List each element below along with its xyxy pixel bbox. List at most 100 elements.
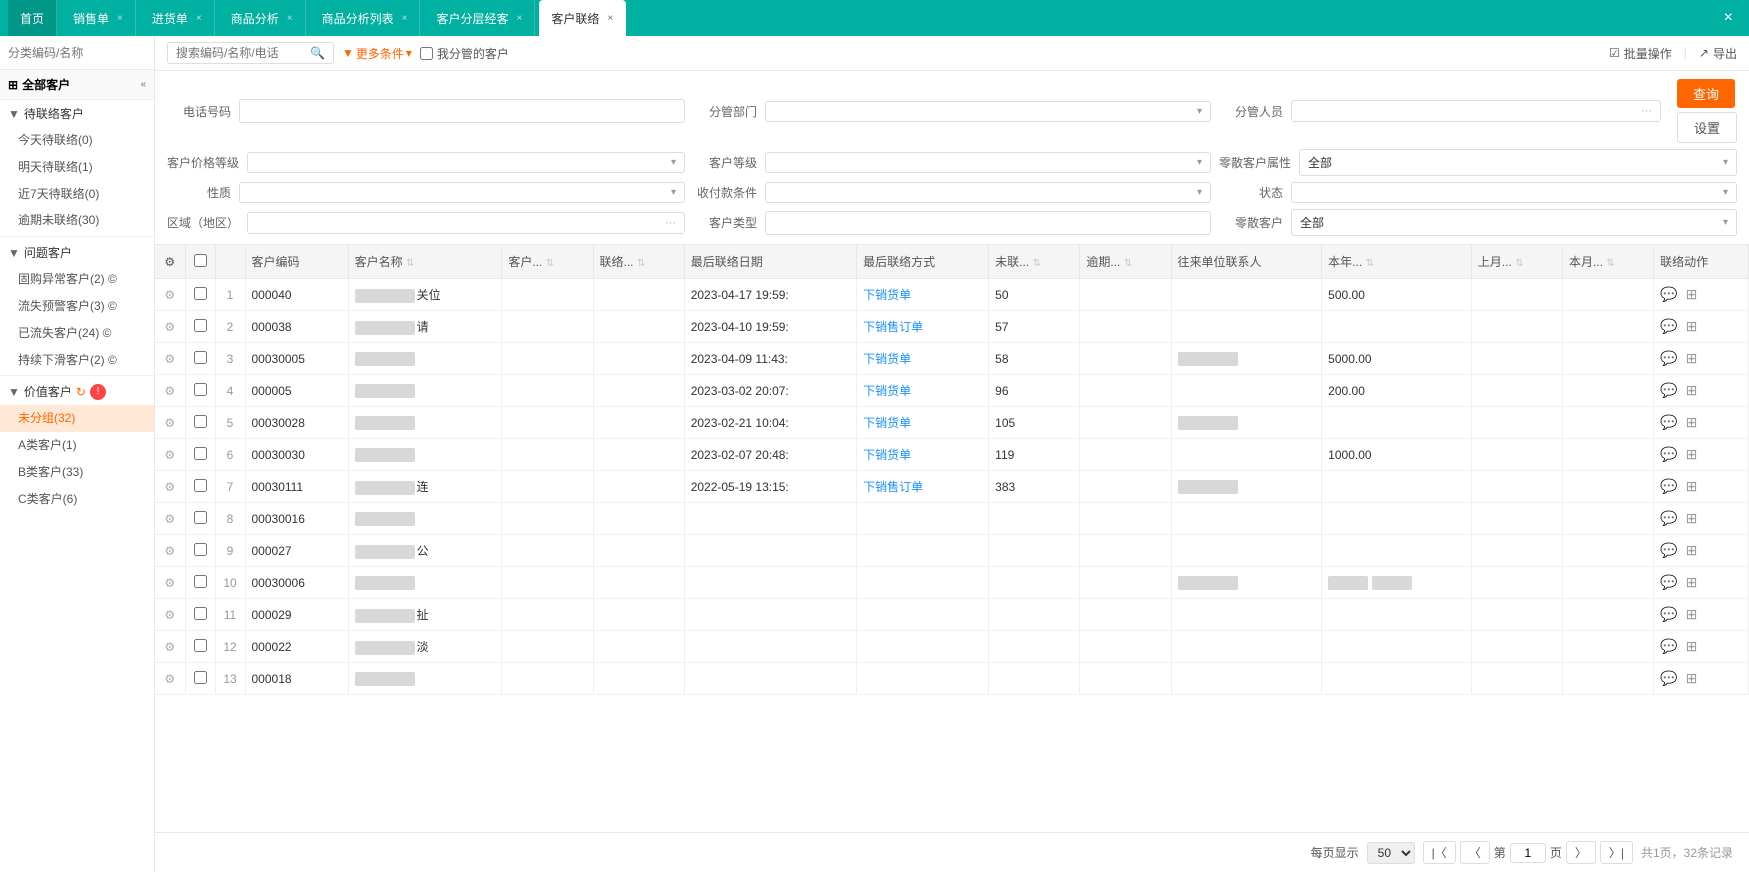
sidebar-item-class-c[interactable]: C类客户(6) xyxy=(0,486,154,513)
page-input[interactable] xyxy=(1510,843,1546,863)
cell-checkbox[interactable] xyxy=(185,439,215,471)
grid-action-icon[interactable]: ⊞ xyxy=(1686,414,1698,431)
cell-settings[interactable]: ⚙ xyxy=(155,535,185,567)
sidebar-item-abnormal[interactable]: 固购异常客户(2) © xyxy=(0,266,154,293)
tab-product-analysis-close[interactable]: × xyxy=(287,13,293,24)
cell-checkbox[interactable] xyxy=(185,503,215,535)
cell-last-method[interactable]: 下销货单 xyxy=(857,439,989,471)
row-checkbox[interactable] xyxy=(194,383,207,396)
sidebar-item-lost[interactable]: 已流失客户(24) © xyxy=(0,320,154,347)
query-btn[interactable]: 查询 xyxy=(1677,79,1735,108)
chat-icon[interactable]: 💬 xyxy=(1660,542,1677,559)
tab-customer-segment[interactable]: 客户分层经客 × xyxy=(424,0,535,36)
col-this-month[interactable]: 本月... ⇅ xyxy=(1562,245,1653,279)
my-customers-checkbox[interactable]: 我分管的客户 xyxy=(420,45,509,62)
row-checkbox[interactable] xyxy=(194,479,207,492)
sidebar-item-tomorrow[interactable]: 明天待联络(1) xyxy=(0,154,154,181)
grid-action-icon[interactable]: ⊞ xyxy=(1686,606,1698,623)
export-btn[interactable]: ↗ 导出 xyxy=(1699,45,1737,62)
col-contact-person[interactable]: 往来单位联系人 xyxy=(1171,245,1322,279)
cell-last-method[interactable] xyxy=(857,535,989,567)
batch-operation-btn[interactable]: ☑ 批量操作 xyxy=(1609,45,1672,62)
main-search-icon[interactable]: 🔍 xyxy=(310,46,325,60)
cell-last-method[interactable] xyxy=(857,631,989,663)
cell-settings[interactable]: ⚙ xyxy=(155,567,185,599)
tab-purchase-close[interactable]: × xyxy=(196,13,202,24)
row-checkbox[interactable] xyxy=(194,671,207,684)
tab-product-analysis[interactable]: 商品分析 × xyxy=(219,0,306,36)
cell-settings[interactable]: ⚙ xyxy=(155,663,185,695)
select-all-checkbox[interactable] xyxy=(194,254,207,267)
reset-btn[interactable]: 设置 xyxy=(1677,112,1737,143)
grid-action-icon[interactable]: ⊞ xyxy=(1686,318,1698,335)
nav-close-button[interactable]: × xyxy=(1716,5,1741,31)
grid-action-icon[interactable]: ⊞ xyxy=(1686,446,1698,463)
cell-settings[interactable]: ⚙ xyxy=(155,631,185,663)
customer-level-select[interactable]: ▾ xyxy=(765,152,1211,173)
price-level-select[interactable]: ▾ xyxy=(247,152,685,173)
tab-product-analysis-list-close[interactable]: × xyxy=(402,13,408,24)
col-overdue[interactable]: 逾期... ⇅ xyxy=(1080,245,1171,279)
region-select[interactable]: ··· xyxy=(247,212,685,234)
first-page-btn[interactable]: |〈 xyxy=(1423,841,1456,864)
grid-action-icon[interactable]: ⊞ xyxy=(1686,382,1698,399)
per-page-select[interactable]: 50 xyxy=(1367,842,1415,864)
chat-icon[interactable]: 💬 xyxy=(1660,382,1677,399)
chat-icon[interactable]: 💬 xyxy=(1660,286,1677,303)
customer-type-input[interactable] xyxy=(765,211,1211,235)
grid-action-icon[interactable]: ⊞ xyxy=(1686,286,1698,303)
col-contact[interactable]: 联络... ⇅ xyxy=(593,245,684,279)
cell-last-method[interactable]: 下销售订单 xyxy=(857,311,989,343)
tab-customer-contact-close[interactable]: × xyxy=(607,13,613,24)
cell-checkbox[interactable] xyxy=(185,279,215,311)
chat-icon[interactable]: 💬 xyxy=(1660,510,1677,527)
cell-checkbox[interactable] xyxy=(185,311,215,343)
grid-action-icon[interactable]: ⊞ xyxy=(1686,478,1698,495)
cell-last-method[interactable]: 下销货单 xyxy=(857,407,989,439)
cell-checkbox[interactable] xyxy=(185,599,215,631)
value-customers-group[interactable]: ▼ 价值客户 ↻ ! xyxy=(0,378,154,405)
row-checkbox[interactable] xyxy=(194,543,207,556)
cell-last-method[interactable]: 下销货单 xyxy=(857,279,989,311)
cell-checkbox[interactable] xyxy=(185,471,215,503)
method-link[interactable]: 下销售订单 xyxy=(863,480,923,494)
chat-icon[interactable]: 💬 xyxy=(1660,670,1677,687)
row-checkbox[interactable] xyxy=(194,415,207,428)
chat-icon[interactable]: 💬 xyxy=(1660,606,1677,623)
col-settings[interactable]: ⚙ xyxy=(155,245,185,279)
grid-action-icon[interactable]: ⊞ xyxy=(1686,670,1698,687)
my-customers-check[interactable] xyxy=(420,47,433,60)
chat-icon[interactable]: 💬 xyxy=(1660,414,1677,431)
cell-settings[interactable]: ⚙ xyxy=(155,343,185,375)
method-link[interactable]: 下销货单 xyxy=(863,448,911,462)
sidebar-item-7days[interactable]: 近7天待联络(0) xyxy=(0,181,154,208)
main-search-input[interactable] xyxy=(176,46,306,60)
col-checkbox[interactable] xyxy=(185,245,215,279)
pending-contact-group[interactable]: ▼ 待联络客户 xyxy=(0,100,154,127)
nature-select[interactable]: ▾ xyxy=(239,182,685,203)
more-conditions-btn[interactable]: ▼ 更多条件 ▾ xyxy=(342,45,412,62)
cell-settings[interactable]: ⚙ xyxy=(155,311,185,343)
cell-last-method[interactable]: 下销货单 xyxy=(857,375,989,407)
all-customers-header[interactable]: ⊞ 全部客户 « xyxy=(0,70,154,100)
row-checkbox[interactable] xyxy=(194,511,207,524)
tab-purchase[interactable]: 进货单 × xyxy=(140,0,215,36)
chat-icon[interactable]: 💬 xyxy=(1660,350,1677,367)
manager-select[interactable]: ··· xyxy=(1291,100,1661,122)
row-checkbox[interactable] xyxy=(194,639,207,652)
cell-settings[interactable]: ⚙ xyxy=(155,375,185,407)
problem-customers-group[interactable]: ▼ 问题客户 xyxy=(0,239,154,266)
chat-icon[interactable]: 💬 xyxy=(1660,446,1677,463)
row-checkbox[interactable] xyxy=(194,351,207,364)
cell-last-method[interactable]: 下销货单 xyxy=(857,343,989,375)
col-code[interactable]: 客户编码 xyxy=(245,245,348,279)
col-type[interactable]: 客户... ⇅ xyxy=(502,245,593,279)
grid-action-icon[interactable]: ⊞ xyxy=(1686,574,1698,591)
sidebar-item-churn-risk[interactable]: 流失预警客户(3) © xyxy=(0,293,154,320)
grid-action-icon[interactable]: ⊞ xyxy=(1686,638,1698,655)
sidebar-collapse-icon[interactable]: « xyxy=(140,79,146,90)
retail-attr-select[interactable]: 全部 ▾ xyxy=(1299,149,1737,176)
cell-settings[interactable]: ⚙ xyxy=(155,439,185,471)
col-no-contact[interactable]: 未联... ⇅ xyxy=(989,245,1080,279)
row-checkbox[interactable] xyxy=(194,287,207,300)
